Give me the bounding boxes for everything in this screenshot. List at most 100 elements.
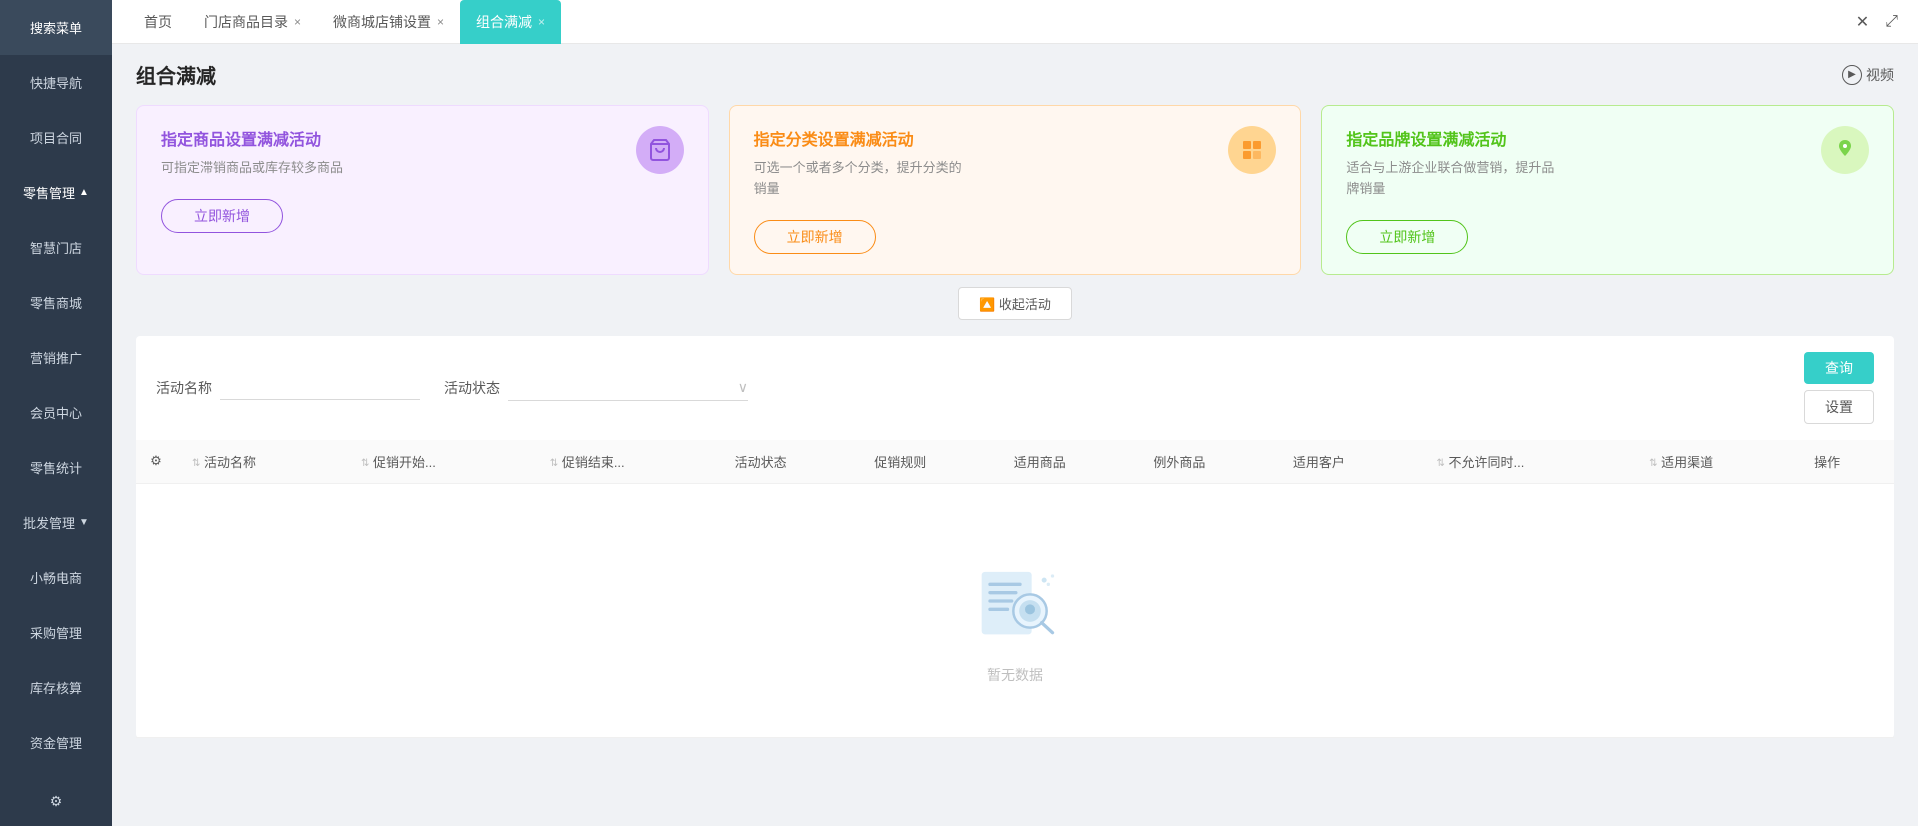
window-controls: ✕ ⤢ xyxy=(1852,8,1902,36)
filter-status-select[interactable]: ∨ xyxy=(508,375,748,401)
tab-close-icon[interactable]: × xyxy=(538,15,545,29)
video-link[interactable]: ▶ 视频 xyxy=(1842,65,1894,85)
table-header-channel[interactable]: ⇅ 适用渠道 xyxy=(1633,440,1802,484)
video-play-icon: ▶ xyxy=(1842,65,1862,85)
table-header-no-same-time[interactable]: ⇅ 不允许同时... xyxy=(1420,440,1633,484)
settings-gear-button[interactable]: ⚙ xyxy=(0,777,112,826)
sidebar-item-project-contract[interactable]: 项目合同 xyxy=(0,110,112,165)
brand-card-title: 指定品牌设置满减活动 xyxy=(1346,126,1869,150)
sidebar-item-retail-stats[interactable]: 零售统计 xyxy=(0,440,112,495)
tab-close-icon[interactable]: × xyxy=(437,15,444,29)
table-header-name[interactable]: ⇅ 活动名称 xyxy=(176,440,345,484)
brand-card-add-button[interactable]: 立即新增 xyxy=(1346,220,1468,254)
category-card-title: 指定分类设置满减活动 xyxy=(754,126,1277,150)
chevron-down-icon: ▼ xyxy=(79,517,89,528)
product-card-title: 指定商品设置满减活动 xyxy=(161,126,684,150)
tab-weshop-settings[interactable]: 微商城店铺设置 × xyxy=(317,0,460,44)
brand-card-icon xyxy=(1821,126,1869,174)
tab-store-catalog[interactable]: 门店商品目录 × xyxy=(188,0,317,44)
query-button[interactable]: 查询 xyxy=(1804,352,1874,384)
tab-label: 门店商品目录 xyxy=(204,12,288,32)
product-card-icon xyxy=(636,126,684,174)
table-header-end[interactable]: ⇅ 促销结束... xyxy=(534,440,723,484)
filter-name-input[interactable] xyxy=(220,375,420,400)
category-card-add-button[interactable]: 立即新增 xyxy=(754,220,876,254)
chevron-up-icon: ▲ xyxy=(79,187,89,198)
table-container: ⚙ ⇅ 活动名称 ⇅ 促销开始... ⇅ 促销结束... xyxy=(136,440,1894,738)
setting-button[interactable]: 设置 xyxy=(1804,390,1874,424)
sidebar-item-label: 小畅电商 xyxy=(30,571,82,586)
sidebar-item-label: 项目合同 xyxy=(30,131,82,146)
sort-icon: ⇅ xyxy=(192,458,200,469)
table-header-goods: 适用商品 xyxy=(1002,440,1142,484)
tab-label: 首页 xyxy=(144,12,172,32)
sidebar-item-retail-management[interactable]: 零售管理 ▲ xyxy=(0,165,112,220)
table-header-customer: 适用客户 xyxy=(1281,440,1421,484)
product-card-add-button[interactable]: 立即新增 xyxy=(161,199,283,233)
sidebar: 搜索菜单 快捷导航 项目合同 零售管理 ▲ 智慧门店 零售商城 营销推广 会员中… xyxy=(0,0,112,826)
chevron-down-icon: ∨ xyxy=(738,379,748,396)
sidebar-item-inventory-accounting[interactable]: 库存核算 xyxy=(0,660,112,715)
sort-icon: ⇅ xyxy=(1649,458,1657,469)
page-content: 组合满减 ▶ 视频 指定商品设置满减活动 可指定滞销商品或库存较多商品 立 xyxy=(112,44,1918,826)
sidebar-item-label: 资金管理 xyxy=(30,736,82,751)
table-header-status: 活动状态 xyxy=(723,440,863,484)
tab-label: 微商城店铺设置 xyxy=(333,12,431,32)
gear-icon: ⚙ xyxy=(50,793,63,809)
sidebar-item-label: 快捷导航 xyxy=(30,76,82,91)
table-header-gear[interactable]: ⚙ xyxy=(136,440,176,484)
table-body: 暂无数据 xyxy=(136,483,1894,737)
sidebar-item-label: 零售统计 xyxy=(30,461,82,476)
sort-icon: ⇅ xyxy=(1436,458,1444,469)
sidebar-item-retail-mall[interactable]: 零售商城 xyxy=(0,275,112,330)
sidebar-item-member-center[interactable]: 会员中心 xyxy=(0,385,112,440)
empty-text: 暂无数据 xyxy=(148,665,1882,685)
promo-card-brand: 指定品牌设置满减活动 适合与上游企业联合做营销，提升品牌销量 立即新增 xyxy=(1321,105,1894,275)
promo-cards-row: 指定商品设置满减活动 可指定滞销商品或库存较多商品 立即新增 指定分类设置满减活… xyxy=(136,105,1894,275)
tab-home[interactable]: 首页 xyxy=(128,0,188,44)
window-maximize-button[interactable]: ⤢ xyxy=(1881,9,1902,35)
tabs-bar: 首页 门店商品目录 × 微商城店铺设置 × 组合满减 × ✕ ⤢ xyxy=(112,0,1918,44)
table-header-start[interactable]: ⇅ 促销开始... xyxy=(345,440,534,484)
sidebar-item-search-menu[interactable]: 搜索菜单 xyxy=(0,0,112,55)
window-close-button[interactable]: ✕ xyxy=(1852,8,1873,36)
brand-card-desc: 适合与上游企业联合做营销，提升品牌销量 xyxy=(1346,158,1566,200)
category-card-desc: 可选一个或者多个分类，提升分类的销量 xyxy=(754,158,974,200)
sidebar-item-label: 零售管理 xyxy=(23,183,75,202)
tab-label: 组合满减 xyxy=(476,12,532,32)
filter-status-item: 活动状态 ∨ xyxy=(444,375,748,401)
sidebar-item-smart-store[interactable]: 智慧门店 xyxy=(0,220,112,275)
sidebar-item-xc-ecommerce[interactable]: 小畅电商 xyxy=(0,550,112,605)
promo-card-category: 指定分类设置满减活动 可选一个或者多个分类，提升分类的销量 立即新增 xyxy=(729,105,1302,275)
sidebar-item-wholesale-management[interactable]: 批发管理 ▼ xyxy=(0,495,112,550)
tab-combo-discount[interactable]: 组合满减 × xyxy=(460,0,561,44)
sidebar-item-marketing[interactable]: 营销推广 xyxy=(0,330,112,385)
filter-name-label: 活动名称 xyxy=(156,378,212,398)
main-area: 首页 门店商品目录 × 微商城店铺设置 × 组合满减 × ✕ ⤢ 组合满减 ▶ … xyxy=(112,0,1918,826)
sidebar-item-purchase-management[interactable]: 采购管理 xyxy=(0,605,112,660)
sidebar-item-label: 批发管理 xyxy=(23,513,75,532)
table-empty-row: 暂无数据 xyxy=(136,483,1894,737)
sort-icon: ⇅ xyxy=(361,458,369,469)
gear-icon: ⚙ xyxy=(150,453,162,468)
sidebar-item-label: 零售商城 xyxy=(30,296,82,311)
tab-close-icon[interactable]: × xyxy=(294,15,301,29)
page-title: 组合满减 xyxy=(136,60,216,89)
activities-table: ⚙ ⇅ 活动名称 ⇅ 促销开始... ⇅ 促销结束... xyxy=(136,440,1894,738)
empty-state: 暂无数据 xyxy=(148,496,1882,725)
product-card-desc: 可指定滞销商品或库存较多商品 xyxy=(161,158,381,179)
category-card-icon xyxy=(1228,126,1276,174)
promo-card-product: 指定商品设置满减活动 可指定滞销商品或库存较多商品 立即新增 xyxy=(136,105,709,275)
filter-row: 活动名称 活动状态 ∨ 查询 设置 xyxy=(136,336,1894,440)
sidebar-item-quick-nav[interactable]: 快捷导航 xyxy=(0,55,112,110)
video-label: 视频 xyxy=(1866,65,1894,85)
filter-name-item: 活动名称 xyxy=(156,375,420,400)
sidebar-item-label: 营销推广 xyxy=(30,351,82,366)
filter-status-label: 活动状态 xyxy=(444,378,500,398)
filter-buttons: 查询 设置 xyxy=(1804,352,1874,424)
sidebar-item-fund-management[interactable]: 资金管理 xyxy=(0,715,112,770)
collapse-activities-button[interactable]: 🔼 收起活动 xyxy=(958,287,1072,320)
table-header-action: 操作 xyxy=(1802,440,1894,484)
sidebar-item-label: 智慧门店 xyxy=(30,241,82,256)
table-header-rule: 促销规则 xyxy=(862,440,1002,484)
